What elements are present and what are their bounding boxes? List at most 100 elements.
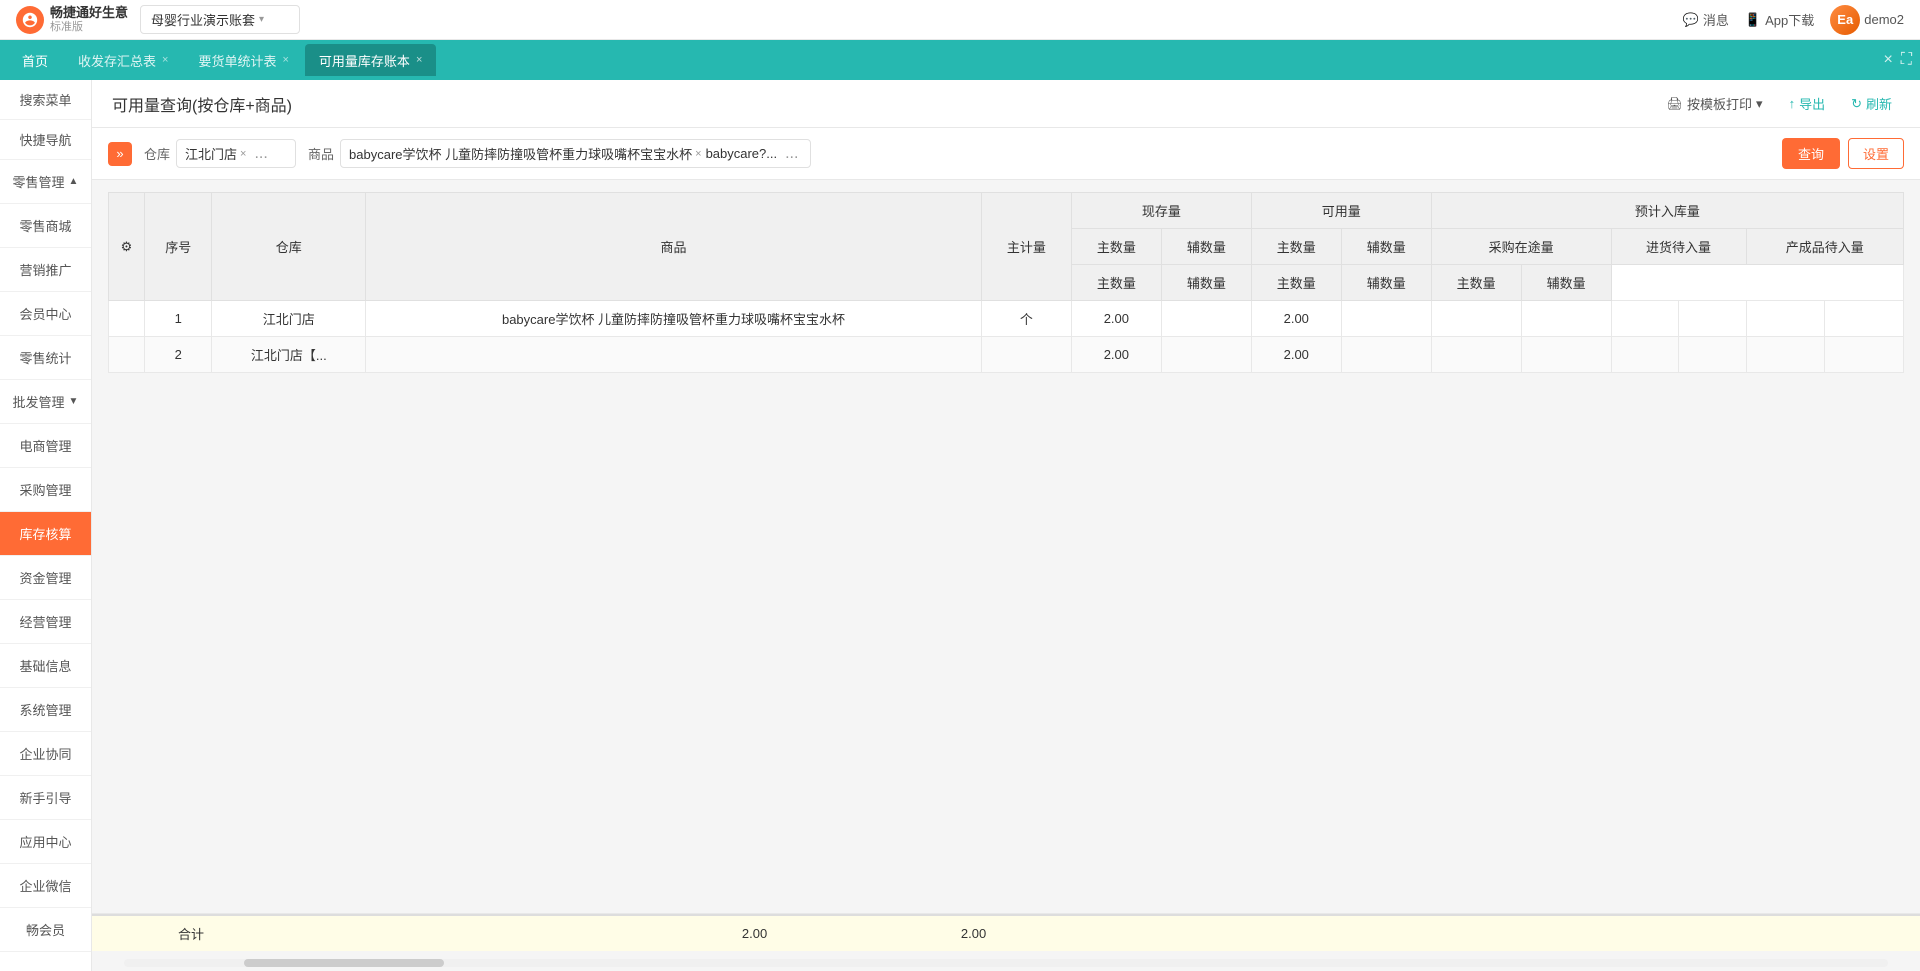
sidebar-item-marketing[interactable]: 营销推广 [0, 248, 91, 292]
sidebar-item-operations[interactable]: 经营管理 [0, 600, 91, 644]
th-settings[interactable]: ⚙ [109, 193, 145, 301]
th-warehouse: 仓库 [212, 193, 366, 301]
logo-area: 畅捷通好生意 标准版 [16, 5, 128, 34]
row-num-2: 2 [145, 337, 212, 373]
row-incoming-aux [1679, 301, 1746, 337]
sidebar-item-inventory-check[interactable]: 库存核算 [0, 512, 91, 556]
sidebar-item-system[interactable]: 系统管理 [0, 688, 91, 732]
scrollbar-thumb[interactable] [244, 959, 444, 967]
footer-num-cell [128, 915, 168, 951]
row-settings[interactable] [109, 301, 145, 337]
sidebar: 搜索菜单 快捷导航 零售管理 ▲ 零售商城 营销推广 会员中心 零售统计 批发管… [0, 80, 92, 971]
footer-stock-aux [809, 915, 919, 951]
warehouse-more-button[interactable]: ... [250, 145, 271, 163]
sidebar-item-retail-mall[interactable]: 零售商城 [0, 204, 91, 248]
tab-home[interactable]: 首页 [8, 44, 62, 76]
tab-inventory[interactable]: 可用量库存账本 × [305, 44, 436, 76]
sidebar-item-member[interactable]: 会员中心 [0, 292, 91, 336]
arrow-down-icon: ▼ [69, 396, 79, 407]
row-incoming-main-2 [1611, 337, 1678, 373]
filter-expand-button[interactable]: » [108, 142, 132, 166]
query-button[interactable]: 查询 [1782, 138, 1840, 169]
horizontal-scrollbar[interactable] [124, 959, 1888, 967]
app-download-button[interactable]: 📱 App下载 [1745, 10, 1814, 29]
footer-purchase-aux [1263, 915, 1388, 951]
sidebar-item-app-center[interactable]: 应用中心 [0, 820, 91, 864]
message-button[interactable]: 💬 消息 [1683, 10, 1729, 29]
row-incoming-aux-2 [1679, 337, 1746, 373]
row-product-aux-2 [1825, 337, 1904, 373]
tab-actions: × ⛶ [1883, 51, 1912, 69]
footer-label: 合计 [168, 915, 293, 951]
sidebar-search[interactable]: 搜索菜单 [0, 80, 91, 120]
sidebar-nav[interactable]: 快捷导航 [0, 120, 91, 160]
footer-product-aux [1779, 915, 1920, 951]
sidebar-item-purchase[interactable]: 采购管理 [0, 468, 91, 512]
close-all-tabs-button[interactable]: × [1883, 51, 1892, 69]
th-product-main: 主数量 [1431, 265, 1521, 301]
th-available: 可用量 [1251, 193, 1431, 229]
refresh-button[interactable]: ↻ 刷新 [1843, 90, 1900, 117]
row-purchase-main [1431, 301, 1521, 337]
sidebar-item-enterprise-wechat[interactable]: 企业微信 [0, 864, 91, 908]
th-purchase-main: 主数量 [1071, 265, 1161, 301]
sidebar-item-batch-mgmt[interactable]: 批发管理 ▼ [0, 380, 91, 424]
page-header-actions: 🖨 按模板打印 ▾ ↑ 导出 ↻ 刷新 [1659, 90, 1901, 117]
product-input[interactable]: babycare学饮杯 儿童防摔防撞吸管杯重力球吸嘴杯宝宝水杯 × babyca… [340, 139, 811, 168]
row-stock-main-2: 2.00 [1071, 337, 1161, 373]
sidebar-item-ecommerce[interactable]: 电商管理 [0, 424, 91, 468]
row-incoming-main [1611, 301, 1678, 337]
warehouse-tag-remove[interactable]: × [240, 148, 246, 160]
th-avail-main: 主数量 [1251, 229, 1341, 265]
sidebar-item-finance[interactable]: 资金管理 [0, 556, 91, 600]
org-selector[interactable]: 母婴行业演示账套 ▾ [140, 5, 300, 34]
sidebar-item-retail-mgmt[interactable]: 零售管理 ▲ [0, 160, 91, 204]
sidebar-item-new-guide[interactable]: 新手引导 [0, 776, 91, 820]
warehouse-input[interactable]: 江北门店 × ... [176, 139, 296, 168]
product-tag-1: babycare学饮杯 儿童防摔防撞吸管杯重力球吸嘴杯宝宝水杯 × [349, 144, 702, 163]
th-product-incoming: 产成品待入量 [1746, 229, 1903, 265]
settings-button[interactable]: 设置 [1848, 138, 1904, 169]
row-unit: 个 [981, 301, 1071, 337]
print-button[interactable]: 🖨 按模板打印 ▾ [1659, 90, 1771, 117]
th-stock-aux: 辅数量 [1161, 229, 1251, 265]
product-tag-2: babycare?... [706, 146, 778, 161]
tab-close-inventory[interactable]: × [416, 54, 422, 66]
footer-avail-main: 2.00 [919, 915, 1029, 951]
print-icon: 🖨 [1667, 96, 1684, 112]
tab-order[interactable]: 要货单统计表 × [184, 44, 302, 76]
row-settings-2[interactable] [109, 337, 145, 373]
row-product-main [1746, 301, 1825, 337]
refresh-icon: ↻ [1851, 96, 1862, 112]
content-area: 可用量查询(按仓库+商品) 🖨 按模板打印 ▾ ↑ 导出 ↻ 刷新 [92, 80, 1920, 971]
footer-unit-cell [606, 915, 700, 951]
sidebar-item-base-info[interactable]: 基础信息 [0, 644, 91, 688]
row-product-main-2 [1746, 337, 1825, 373]
fullscreen-button[interactable]: ⛶ [1901, 51, 1912, 69]
th-incoming: 进货待入量 [1611, 229, 1746, 265]
tab-receive[interactable]: 收发存汇总表 × [64, 44, 182, 76]
th-purchase-transit: 采购在途量 [1431, 229, 1611, 265]
th-incoming-main: 主数量 [1251, 265, 1341, 301]
row-product-2 [366, 337, 982, 373]
table-container[interactable]: ⚙ 序号 仓库 商品 主计量 现存量 可用量 预计入库量 主数量 辅数量 主数量… [92, 180, 1920, 913]
tab-close-receive[interactable]: × [162, 54, 168, 66]
sidebar-item-enterprise-collab[interactable]: 企业协同 [0, 732, 91, 776]
sidebar-item-retail-stats[interactable]: 零售统计 [0, 336, 91, 380]
sidebar-item-vip[interactable]: 畅会员 [0, 908, 91, 952]
table-row-group: 2 江北门店【... 2.00 2.00 [109, 337, 1904, 373]
footer-avail-aux [1028, 915, 1138, 951]
top-bar-right: 💬 消息 📱 App下载 Ea demo2 [1683, 5, 1904, 35]
row-purchase-aux-2 [1521, 337, 1611, 373]
row-avail-main-2: 2.00 [1251, 337, 1341, 373]
th-product: 商品 [366, 193, 982, 301]
product-tag-1-remove[interactable]: × [695, 148, 701, 160]
footer-incoming-aux [1513, 915, 1638, 951]
tab-close-order[interactable]: × [282, 54, 288, 66]
row-stock-aux-2 [1161, 337, 1251, 373]
user-menu[interactable]: Ea demo2 [1830, 5, 1904, 35]
row-warehouse-2: 江北门店【... [212, 337, 366, 373]
top-bar-left: 畅捷通好生意 标准版 母婴行业演示账套 ▾ [16, 5, 300, 34]
export-button[interactable]: ↑ 导出 [1781, 90, 1834, 117]
product-more-button[interactable]: ... [781, 145, 802, 163]
